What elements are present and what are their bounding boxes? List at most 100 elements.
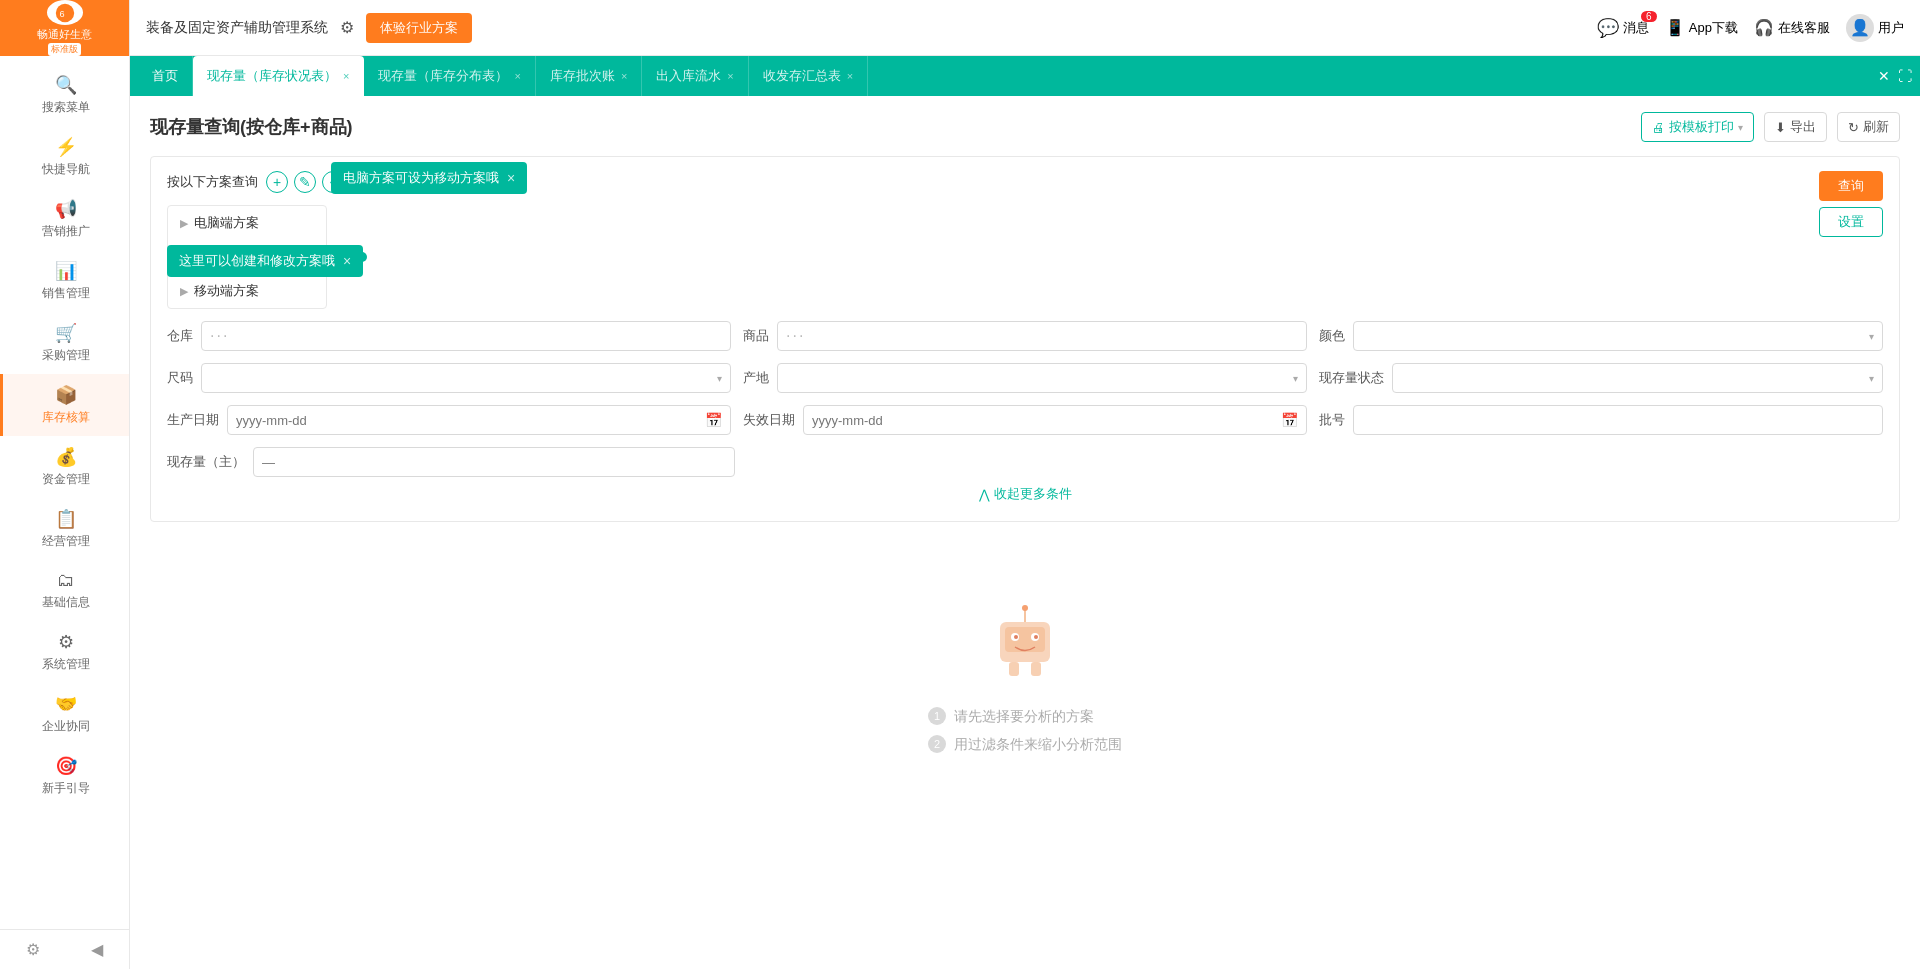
- sidebar-item-label: 库存核算: [42, 409, 90, 426]
- sidebar-item-system[interactable]: ⚙ 系统管理: [0, 621, 129, 683]
- field-stock-status: 现存量状态 ▾: [1319, 363, 1883, 393]
- export-icon: ⬇: [1775, 120, 1786, 135]
- message-badge: 6: [1641, 11, 1657, 22]
- sidebar-item-label: 新手引导: [42, 780, 90, 797]
- page-content: 现存量查询(按仓库+商品) 🖨 按模板打印 ▾ ⬇ 导出 ↻ 刷新: [130, 96, 1920, 969]
- collapse-button[interactable]: ◀: [91, 940, 103, 959]
- filter-area: 按以下方案查询 + ✎ « 电脑方案可设为移动方案哦 ×: [150, 156, 1900, 522]
- sidebar-item-sales[interactable]: 📊 销售管理: [0, 250, 129, 312]
- svg-rect-11: [1031, 662, 1041, 676]
- sidebar-item-enterprise[interactable]: 🤝 企业协同: [0, 683, 129, 745]
- tab-close-receipt-summary[interactable]: ×: [847, 70, 853, 82]
- produce-date-input-wrap: 📅: [227, 405, 731, 435]
- tab-batch-ledger[interactable]: 库存批次账 ×: [536, 56, 642, 96]
- logo-text: 畅通好生意: [37, 27, 92, 42]
- stock-status-label: 现存量状态: [1319, 369, 1384, 387]
- export-label: 导出: [1790, 118, 1816, 136]
- refresh-icon: ↻: [1848, 120, 1859, 135]
- reset-button[interactable]: 设置: [1819, 207, 1883, 237]
- sidebar-item-marketing[interactable]: 📢 营销推广: [0, 188, 129, 250]
- sidebar-item-label: 采购管理: [42, 347, 90, 364]
- sidebar-item-finance[interactable]: 💰 资金管理: [0, 436, 129, 498]
- tab-inventory-dist[interactable]: 现存量（库存分布表） ×: [364, 56, 535, 96]
- inventory-icon: 📦: [55, 384, 77, 406]
- expire-date-label: 失效日期: [743, 411, 795, 429]
- field-goods: 商品 ···: [743, 321, 1307, 351]
- industry-btn[interactable]: 体验行业方案: [366, 13, 472, 43]
- tab-inventory-status[interactable]: 现存量（库存状况表） ×: [193, 56, 364, 96]
- empty-step-2: 2 用过滤条件来缩小分析范围: [928, 730, 1122, 758]
- tab-home[interactable]: 首页: [138, 56, 193, 96]
- main-area: 装备及固定资产辅助管理系统 ⚙ 体验行业方案 💬 消息 6 📱 App下载 🎧 …: [130, 0, 1920, 969]
- tab-in-out-flow[interactable]: 出入库流水 ×: [642, 56, 748, 96]
- batch-no-label: 批号: [1319, 411, 1345, 429]
- field-expire-date: 失效日期 📅: [743, 405, 1307, 435]
- page-inner: 现存量查询(按仓库+商品) 🖨 按模板打印 ▾ ⬇ 导出 ↻ 刷新: [130, 96, 1920, 969]
- user-item[interactable]: 👤 用户: [1846, 14, 1904, 42]
- chevron-up-icon: ⋀: [979, 487, 990, 502]
- app-download-item[interactable]: 📱 App下载: [1665, 18, 1738, 37]
- sidebar-item-inventory[interactable]: 📦 库存核算: [0, 374, 129, 436]
- origin-label: 产地: [743, 369, 769, 387]
- sidebar-item-purchase[interactable]: 🛒 采购管理: [0, 312, 129, 374]
- empty-state: 1 请先选择要分析的方案 2 用过滤条件来缩小分析范围: [150, 522, 1900, 818]
- search-button[interactable]: 查询: [1819, 171, 1883, 201]
- scheme-desktop-label: 电脑端方案: [194, 214, 259, 232]
- sidebar-item-search[interactable]: 🔍 搜索菜单: [0, 64, 129, 126]
- sidebar-item-basic[interactable]: 🗂 基础信息: [0, 560, 129, 621]
- field-origin: 产地 ▾: [743, 363, 1307, 393]
- stock-qty-min-input[interactable]: [262, 455, 726, 470]
- scheme-item-desktop[interactable]: ▶ 电脑端方案: [168, 206, 326, 240]
- svg-point-7: [1034, 635, 1038, 639]
- stock-qty-input-wrap: [253, 447, 735, 477]
- collapse-bar[interactable]: ⋀ 收起更多条件: [167, 477, 1883, 507]
- tab-close-inventory-status[interactable]: ×: [343, 70, 349, 82]
- tab-close-in-out-flow[interactable]: ×: [727, 70, 733, 82]
- tooltip-pc-close[interactable]: ×: [507, 170, 515, 186]
- system-icon: ⚙: [58, 631, 74, 653]
- svg-text:6: 6: [59, 8, 64, 18]
- sidebar-item-quick[interactable]: ⚡ 快捷导航: [0, 126, 129, 188]
- sidebar-item-label: 企业协同: [42, 718, 90, 735]
- message-icon-item[interactable]: 💬 消息 6: [1597, 17, 1649, 39]
- header-settings-icon[interactable]: ⚙: [340, 18, 354, 37]
- export-button[interactable]: ⬇ 导出: [1764, 112, 1827, 142]
- header-right: 💬 消息 6 📱 App下载 🎧 在线客服 👤 用户: [1597, 14, 1904, 42]
- tab-receipt-summary[interactable]: 收发存汇总表 ×: [749, 56, 868, 96]
- field-batch-no: 批号: [1319, 405, 1883, 435]
- sales-icon: 📊: [55, 260, 77, 282]
- template-print-button[interactable]: 🖨 按模板打印 ▾: [1641, 112, 1754, 142]
- expire-date-input[interactable]: [812, 413, 1277, 428]
- sidebar-item-operation[interactable]: 📋 经营管理: [0, 498, 129, 560]
- sidebar-badge: 标准版: [48, 43, 81, 56]
- tab-close-all-icon[interactable]: ✕: [1878, 68, 1890, 84]
- origin-dropdown-icon: ▾: [1293, 373, 1298, 384]
- size-input-wrap: ▾: [201, 363, 731, 393]
- scheme-item-mobile[interactable]: ▶ 移动端方案: [168, 274, 326, 308]
- field-warehouse: 仓库 ···: [167, 321, 731, 351]
- tab-fullscreen-icon[interactable]: ⛶: [1898, 68, 1912, 84]
- template-print-label: 按模板打印: [1669, 118, 1734, 136]
- produce-date-input[interactable]: [236, 413, 701, 428]
- online-service-item[interactable]: 🎧 在线客服: [1754, 18, 1830, 37]
- tab-in-out-flow-label: 出入库流水: [656, 67, 721, 85]
- tabs-bar: 首页 现存量（库存状况表） × 现存量（库存分布表） × 库存批次账 × 出入库…: [130, 56, 1920, 96]
- guide-icon: 🎯: [55, 755, 77, 777]
- add-scheme-button[interactable]: +: [266, 171, 288, 193]
- settings-button[interactable]: ⚙: [26, 940, 40, 959]
- filter-row-1: 仓库 ··· 商品 ··· 颜色: [167, 321, 1883, 351]
- svg-rect-3: [1005, 627, 1045, 652]
- batch-no-input[interactable]: [1362, 413, 1874, 428]
- tab-close-batch-ledger[interactable]: ×: [621, 70, 627, 82]
- sidebar-item-label: 搜索菜单: [42, 99, 90, 116]
- origin-input-wrap: ▾: [777, 363, 1307, 393]
- step-1-text: 请先选择要分析的方案: [954, 702, 1094, 730]
- sidebar-item-guide[interactable]: 🎯 新手引导: [0, 745, 129, 807]
- marketing-icon: 📢: [55, 198, 77, 220]
- svg-point-0: [55, 3, 73, 21]
- scheme-section: ▶ 电脑端方案 接商品 ▶ 移动端方案: [167, 205, 1883, 309]
- refresh-button[interactable]: ↻ 刷新: [1837, 112, 1900, 142]
- tooltip-create-close[interactable]: ×: [343, 253, 351, 269]
- tab-close-inventory-dist[interactable]: ×: [514, 70, 520, 82]
- edit-scheme-button[interactable]: ✎: [294, 171, 316, 193]
